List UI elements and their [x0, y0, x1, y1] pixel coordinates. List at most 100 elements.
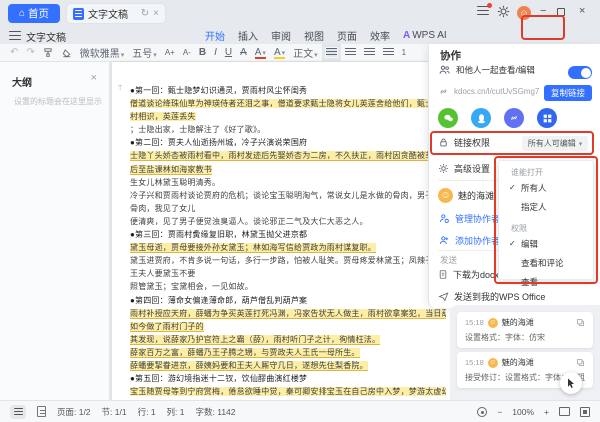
minimize-button[interactable]: − — [540, 6, 546, 17]
send-to-wps-row[interactable]: 发送到我的WPS Office — [438, 290, 545, 303]
home-button[interactable]: ⌂ 首页 — [8, 4, 60, 23]
clear-format-icon[interactable] — [61, 48, 72, 58]
file-menu-icon[interactable] — [9, 31, 21, 40]
font-size-select[interactable]: 五号▾ — [132, 45, 157, 60]
manage-collaborators-row[interactable]: 管理协作者 — [438, 212, 500, 225]
doc-line: 薛家百万之富，薛蟠乃王子腾之甥，与贾政夫人王氏一母所生。 — [130, 347, 360, 358]
wechat-icon[interactable] — [438, 108, 458, 128]
invite-toggle[interactable] — [568, 66, 592, 79]
undo-icon[interactable]: ↶ — [10, 47, 18, 58]
more-apps-icon[interactable] — [537, 108, 557, 128]
align-left-icon[interactable] — [321, 44, 341, 61]
zoom-in-icon[interactable]: + — [544, 407, 549, 417]
increase-font-icon[interactable]: A+ — [165, 48, 175, 57]
doc-line: ；士隐出家，士隐解注了《好了歌》。 — [130, 125, 266, 135]
people-icon — [439, 65, 450, 74]
main-menu-icon[interactable] — [477, 3, 492, 15]
page-mode-icon[interactable] — [37, 406, 46, 417]
align-justify-icon[interactable] — [382, 48, 394, 57]
zoom-out-icon[interactable]: − — [497, 407, 502, 417]
outline-close-icon[interactable]: × — [91, 72, 97, 84]
document-tab[interactable]: 文字文稿 ↻ × — [66, 3, 166, 24]
dropdown-option[interactable]: 查看和评论 — [499, 253, 595, 272]
zoom-level[interactable]: 100% — [512, 407, 534, 417]
locate-icon[interactable] — [576, 358, 585, 367]
sync-icon[interactable]: ↻ — [141, 8, 149, 19]
account-avatar[interactable]: ☺ — [517, 6, 531, 20]
dropdown-option[interactable]: 查看 — [499, 272, 595, 291]
eye-protection-icon[interactable] — [477, 406, 488, 417]
locate-icon[interactable] — [576, 318, 585, 327]
fit-page-icon[interactable] — [559, 407, 570, 416]
dropdown-option[interactable]: 编辑 — [499, 234, 595, 253]
paragraph-style-select[interactable]: 正文▾ — [293, 45, 318, 60]
align-right-icon[interactable] — [363, 48, 375, 57]
add-collaborator-row[interactable]: 添加协作者 — [438, 234, 500, 247]
settings-gear-icon[interactable] — [497, 5, 510, 18]
dropdown-option[interactable]: 指定人 — [499, 197, 595, 216]
mouse-cursor-badge — [560, 372, 582, 394]
font-family-select[interactable]: 微软雅黑▾ — [80, 45, 125, 60]
highlight-color-icon[interactable]: A▾ — [273, 47, 286, 59]
link-permission-row[interactable]: 链接权限 — [438, 136, 490, 149]
panel-title: 协作 — [440, 50, 461, 62]
doc-line: 黛玉进贾府，不肯多说一句话，多行一步路，怕被人耻笑。贾母疼爱林黛玉；凤辣子 — [130, 256, 434, 266]
home-label: 首页 — [28, 8, 50, 20]
menu-tab[interactable]: 页面 — [336, 26, 358, 45]
send-icon — [438, 292, 449, 302]
permission-value-dropdown[interactable]: 所有人可编辑 ▾ — [522, 136, 588, 151]
font-family-value: 微软雅黑 — [79, 49, 120, 60]
tab-close-icon[interactable]: × — [153, 8, 159, 19]
record-user: 魅的海滩 — [501, 358, 534, 367]
close-button[interactable]: × — [579, 6, 585, 17]
doc-line: 僧道谈论绛珠仙草为神瑛侍者还泪之事，僧道要求甄士隐将女儿英莲舍给他们，甄士隐与雨 — [130, 97, 446, 110]
doc-line: 骨肉，我见了女儿 — [130, 203, 196, 213]
status-column: 列: 1 — [166, 406, 185, 417]
copy-link-circle-icon[interactable] — [504, 108, 524, 128]
share-link-row[interactable]: kdocs.cn/l/cutUvSGmg7 — [438, 86, 539, 97]
doc-line: 王夫人要黛玉不要 — [130, 269, 196, 279]
doc-line: 雨村补授应天府，薛蟠为争买英莲打死冯渊，冯家告状无人做主，雨村欲拿案犯，当日葫芦… — [130, 307, 446, 320]
doc-line: 士隐丫头娇杏被雨村看中，雨村发迹后先娶娇杏为二房，不久扶正，雨村因贪酷被革职 — [130, 151, 442, 162]
menu-tab[interactable]: 效率 — [369, 26, 391, 45]
copy-link-button[interactable]: 复制链接 — [544, 85, 592, 101]
menu-tab[interactable]: 开始 — [204, 26, 226, 47]
bold-icon[interactable]: B — [199, 47, 206, 58]
doc-line: 黛玉母逝，贾母要接外孙女黛玉；林如海写信给贾政为雨村谋复职。 — [130, 243, 376, 254]
maximize-button[interactable] — [557, 8, 565, 16]
invite-row[interactable]: 和他人一起查看/编辑 — [438, 64, 535, 76]
align-center-icon[interactable] — [344, 48, 356, 57]
document-page[interactable]: T ●第一回：甄士隐梦幻识通灵，贾雨村风尘怀闺秀 僧道谈论绛珠仙草为神瑛侍者还泪… — [112, 62, 452, 400]
format-painter-icon[interactable] — [43, 47, 53, 58]
ribbon-tabs: 开始 插入 审阅 视图 页面 效率 WPS AI — [204, 26, 448, 47]
copy-link-label: 复制链接 — [550, 88, 585, 98]
menu-toggle-icon[interactable] — [10, 404, 26, 419]
add-collaborator-label: 添加协作者 — [455, 236, 501, 246]
user-avatar-icon: ☺ — [438, 188, 453, 203]
font-color-icon[interactable]: A▾ — [254, 47, 267, 59]
record-card: 15:18 ☺ 魅的海滩 设置格式：字体：仿宋 — [457, 312, 593, 348]
fullscreen-icon[interactable] — [580, 406, 590, 417]
record-avatar: ☺ — [487, 357, 498, 368]
advanced-settings-row[interactable]: 高级设置 — [438, 162, 490, 175]
menu-tab[interactable]: WPS AI — [402, 28, 448, 43]
menu-tab[interactable]: 审阅 — [270, 26, 292, 45]
manage-collaborators-label: 管理协作者 — [455, 214, 501, 224]
status-section: 节: 1/1 — [101, 406, 127, 417]
record-user: 魅的海滩 — [501, 318, 534, 327]
underline-icon[interactable]: U — [225, 47, 232, 58]
strikethrough-icon[interactable]: A — [240, 47, 247, 58]
invite-label: 和他人一起查看/编辑 — [456, 65, 535, 75]
doc-line: 薛蟠要挈眷进京，薛姨妈要和王夫人厮守几日，遂想先住梨香院。 — [130, 360, 368, 371]
italic-icon[interactable]: I — [214, 47, 217, 58]
menu-tab[interactable]: 视图 — [303, 26, 325, 45]
share-link-url[interactable]: kdocs.cn/l/cutUvSGmg7 — [454, 87, 539, 96]
decrease-font-icon[interactable]: A- — [183, 48, 191, 57]
status-line: 行: 1 — [137, 406, 156, 417]
numbered-list-icon[interactable]: 1 — [402, 48, 406, 57]
dropdown-option[interactable]: 所有人 — [499, 178, 595, 197]
home-icon: ⌂ — [18, 7, 26, 19]
redo-icon[interactable]: ↷ — [26, 47, 34, 58]
menu-tab[interactable]: 插入 — [237, 26, 259, 45]
qq-icon[interactable] — [471, 108, 491, 128]
